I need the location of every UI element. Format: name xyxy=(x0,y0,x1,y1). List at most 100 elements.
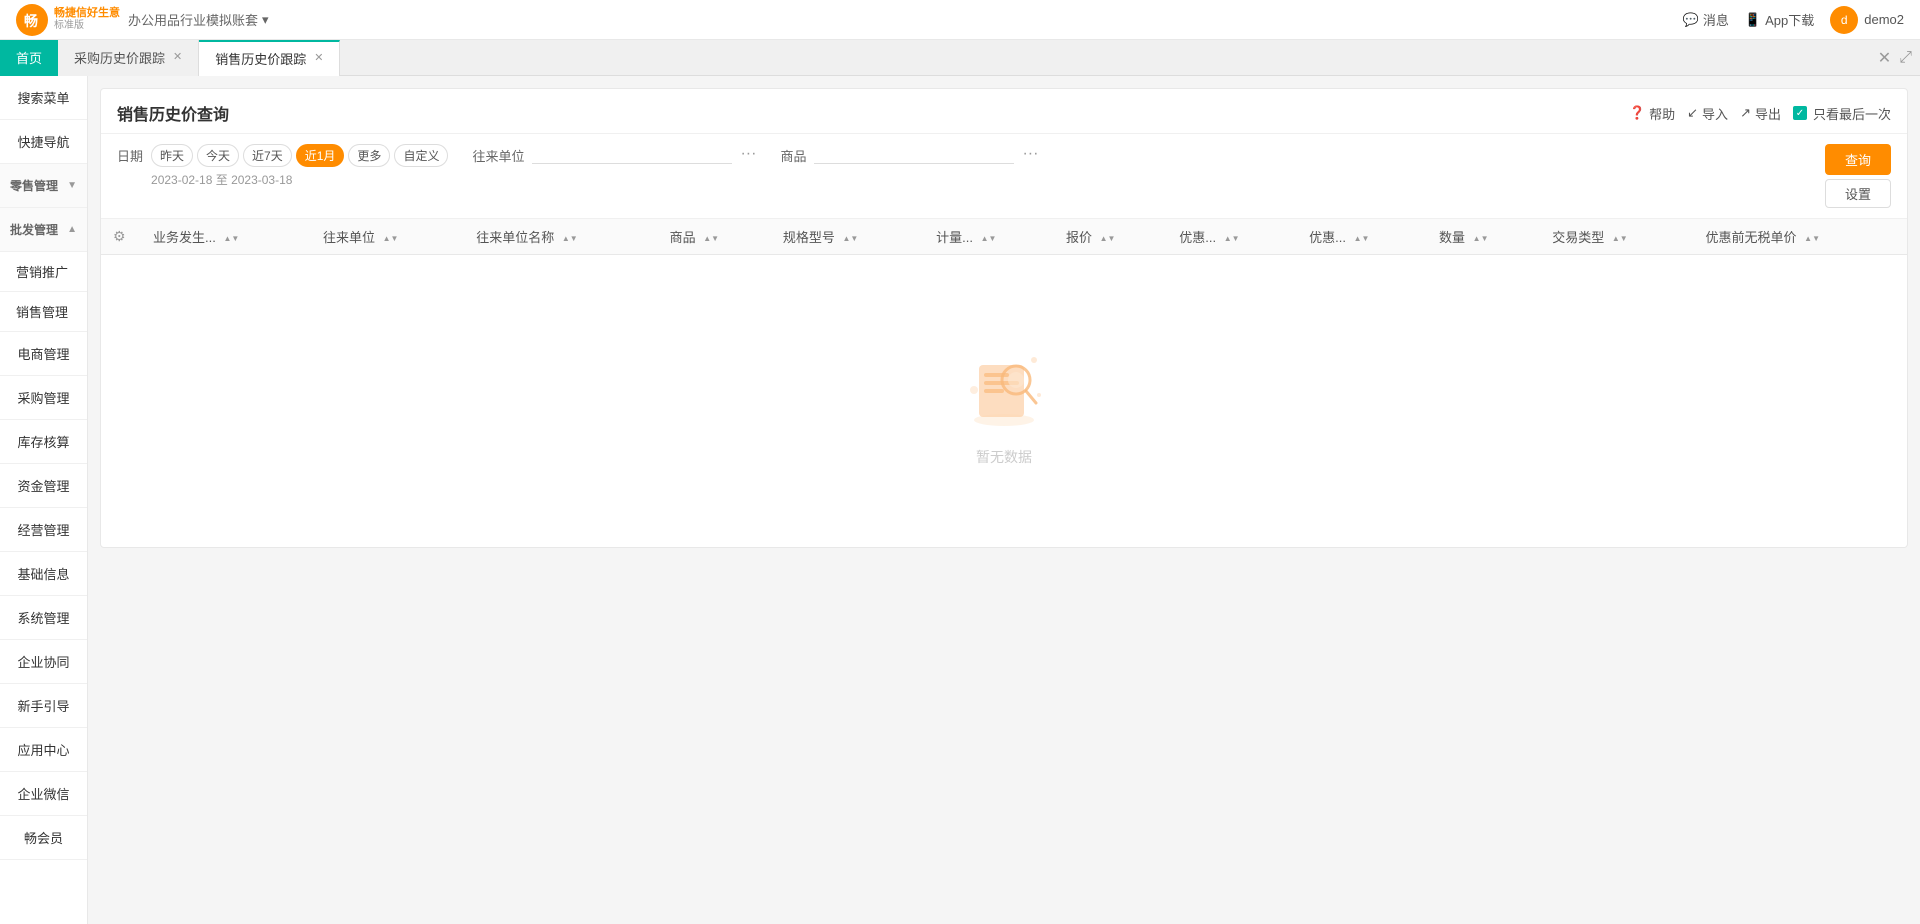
sidebar-purchase-label: 采购管理 xyxy=(17,388,69,407)
partner-dots-btn[interactable]: ··· xyxy=(740,145,756,163)
tab-purchase-history[interactable]: 采购历史价跟踪 ✕ xyxy=(58,40,199,76)
sidebar-item-newbie-guide[interactable]: 新手引导 xyxy=(0,684,87,728)
sort-spec-icon[interactable]: ▲▼ xyxy=(842,234,858,243)
download-btn[interactable]: 📱 App下载 xyxy=(1745,10,1814,29)
date-btn-7days[interactable]: 近7天 xyxy=(243,144,292,167)
product-input-group: ··· xyxy=(814,144,1038,164)
main-layout: 搜索菜单 快捷导航 零售管理 ▼ 批发管理 ▲ 营销推广 销售管理 电商管理 采… xyxy=(0,76,1920,924)
sidebar-item-purchase[interactable]: 采购管理 xyxy=(0,376,87,420)
date-btn-1month[interactable]: 近1月 xyxy=(296,144,345,167)
sort-partner-name-icon[interactable]: ▲▼ xyxy=(562,234,578,243)
sidebar-wholesale-label: 批发管理 xyxy=(10,221,58,238)
product-filter-group: 商品 ··· xyxy=(780,144,1038,165)
sidebar-item-enterprise-coop[interactable]: 企业协同 xyxy=(0,640,87,684)
logo-title: 畅捷信好生意 xyxy=(54,7,120,20)
date-btn-today[interactable]: 今天 xyxy=(197,144,239,167)
page-title-actions: ❓ 帮助 ↙ 导入 ↗ 导出 ✓ 只看最后一次 xyxy=(1629,104,1891,123)
tab-purchase-close[interactable]: ✕ xyxy=(173,52,182,63)
search-button[interactable]: 查询 xyxy=(1825,144,1891,175)
sidebar-item-retail-mgmt[interactable]: 零售管理 ▼ xyxy=(0,164,87,208)
sidebar-retail-label: 零售管理 xyxy=(10,177,58,194)
sidebar-member-label: 畅会员 xyxy=(24,828,63,847)
sidebar-enterprise-wechat-label: 企业微信 xyxy=(17,784,69,803)
product-dots-btn[interactable]: ··· xyxy=(1022,145,1038,163)
tab-sales-close[interactable]: ✕ xyxy=(314,53,323,64)
sidebar-item-sales-mgmt[interactable]: 销售管理 xyxy=(0,292,87,332)
top-header: 畅 畅捷信好生意 标准版 办公用品行业模拟账套 ▾ 💬 消息 📱 App下载 d… xyxy=(0,0,1920,40)
sidebar-item-marketing[interactable]: 营销推广 xyxy=(0,252,87,292)
sidebar-item-operations[interactable]: 经营管理 xyxy=(0,508,87,552)
maximize-btn[interactable]: ⤢ xyxy=(1899,49,1912,67)
empty-state-text: 暂无数据 xyxy=(976,447,1032,467)
table-col-partner-code: 往来单位 ▲▼ xyxy=(311,219,464,255)
sidebar-enterprise-coop-label: 企业协同 xyxy=(17,652,69,671)
sort-quote-icon[interactable]: ▲▼ xyxy=(1100,234,1116,243)
table-col-pretax-price: 优惠前无税单价 ▲▼ xyxy=(1694,219,1907,255)
table-col-product: 商品 ▲▼ xyxy=(658,219,771,255)
logo-subtitle: 标准版 xyxy=(54,20,120,32)
user-area[interactable]: d demo2 xyxy=(1830,6,1904,34)
sidebar-sales-label: 销售管理 xyxy=(16,302,68,321)
empty-state: 暂无数据 xyxy=(101,255,1907,547)
import-btn[interactable]: ↙ 导入 xyxy=(1687,104,1728,123)
date-range-text: 2023-02-18 至 2023-03-18 xyxy=(151,171,448,188)
tab-home[interactable]: 首页 xyxy=(0,40,58,76)
app-selector-arrow: ▾ xyxy=(262,12,269,28)
table-settings-icon[interactable]: ⚙ xyxy=(113,228,126,244)
sidebar-system-label: 系统管理 xyxy=(17,608,69,627)
retail-arrow-icon: ▼ xyxy=(67,180,77,191)
sidebar-item-app-center[interactable]: 应用中心 xyxy=(0,728,87,772)
app-selector[interactable]: 办公用品行业模拟账套 ▾ xyxy=(128,10,269,29)
sidebar-item-member[interactable]: 畅会员 xyxy=(0,816,87,860)
sidebar-item-wholesale-mgmt[interactable]: 批发管理 ▲ xyxy=(0,208,87,252)
table-col-partner-name: 往来单位名称 ▲▼ xyxy=(464,219,657,255)
export-icon: ↗ xyxy=(1740,105,1751,121)
sort-pretax-price-icon[interactable]: ▲▼ xyxy=(1804,234,1820,243)
sidebar-item-inventory[interactable]: 库存核算 xyxy=(0,420,87,464)
filter-row: 日期 昨天 今天 近7天 近1月 更多 自定义 2023-02-18 至 202… xyxy=(101,134,1907,219)
sort-product-icon[interactable]: ▲▼ xyxy=(703,234,719,243)
avatar: d xyxy=(1830,6,1858,34)
sidebar-item-ecommerce[interactable]: 电商管理 xyxy=(0,332,87,376)
date-btn-yesterday[interactable]: 昨天 xyxy=(151,144,193,167)
sidebar-search-menu-label: 搜索菜单 xyxy=(17,88,69,107)
header-right: 💬 消息 📱 App下载 d demo2 xyxy=(1683,6,1904,34)
table-col-unit: 计量... ▲▼ xyxy=(924,219,1054,255)
sidebar-item-search-menu[interactable]: 搜索菜单 xyxy=(0,76,87,120)
sidebar-item-finance[interactable]: 资金管理 xyxy=(0,464,87,508)
sort-trade-type-icon[interactable]: ▲▼ xyxy=(1612,234,1628,243)
sidebar-item-system[interactable]: 系统管理 xyxy=(0,596,87,640)
sidebar-item-basic-info[interactable]: 基础信息 xyxy=(0,552,87,596)
export-btn[interactable]: ↗ 导出 xyxy=(1740,104,1781,123)
product-filter-label: 商品 xyxy=(780,146,806,165)
only-last-checkbox[interactable]: ✓ 只看最后一次 xyxy=(1793,104,1891,123)
sort-quantity-icon[interactable]: ▲▼ xyxy=(1473,234,1489,243)
sort-discount2-icon[interactable]: ▲▼ xyxy=(1354,234,1370,243)
message-btn[interactable]: 💬 消息 xyxy=(1683,10,1729,29)
import-label: 导入 xyxy=(1702,104,1728,123)
date-btn-more[interactable]: 更多 xyxy=(348,144,390,167)
product-input[interactable] xyxy=(814,144,1014,164)
date-btn-custom[interactable]: 自定义 xyxy=(394,144,448,167)
sort-biz-date-icon[interactable]: ▲▼ xyxy=(223,234,239,243)
close-all-tabs-btn[interactable]: ✕ xyxy=(1878,48,1891,68)
logo-area: 畅 畅捷信好生意 标准版 xyxy=(16,4,120,36)
message-label: 消息 xyxy=(1703,10,1729,29)
partner-input[interactable] xyxy=(532,144,732,164)
sort-unit-icon[interactable]: ▲▼ xyxy=(981,234,997,243)
avatar-initial: d xyxy=(1841,13,1848,27)
table-col-quantity: 数量 ▲▼ xyxy=(1427,219,1540,255)
sort-discount1-icon[interactable]: ▲▼ xyxy=(1224,234,1240,243)
tab-sales-history[interactable]: 销售历史价跟踪 ✕ xyxy=(199,40,340,76)
sidebar-item-enterprise-wechat[interactable]: 企业微信 xyxy=(0,772,87,816)
only-last-label: 只看最后一次 xyxy=(1813,104,1891,123)
help-btn[interactable]: ❓ 帮助 xyxy=(1629,104,1675,123)
date-options: 昨天 今天 近7天 近1月 更多 自定义 2023-02-18 至 2023-0… xyxy=(151,144,448,188)
filter-settings-button[interactable]: 设置 xyxy=(1825,179,1891,208)
download-icon: 📱 xyxy=(1745,12,1761,28)
sort-partner-code-icon[interactable]: ▲▼ xyxy=(383,234,399,243)
sidebar-marketing-label: 营销推广 xyxy=(16,262,68,281)
sidebar-newbie-label: 新手引导 xyxy=(17,696,69,715)
data-table: ⚙ 业务发生... ▲▼ 往来单位 ▲▼ 往来单位名称 xyxy=(101,219,1907,255)
sidebar-item-quick-nav[interactable]: 快捷导航 xyxy=(0,120,87,164)
